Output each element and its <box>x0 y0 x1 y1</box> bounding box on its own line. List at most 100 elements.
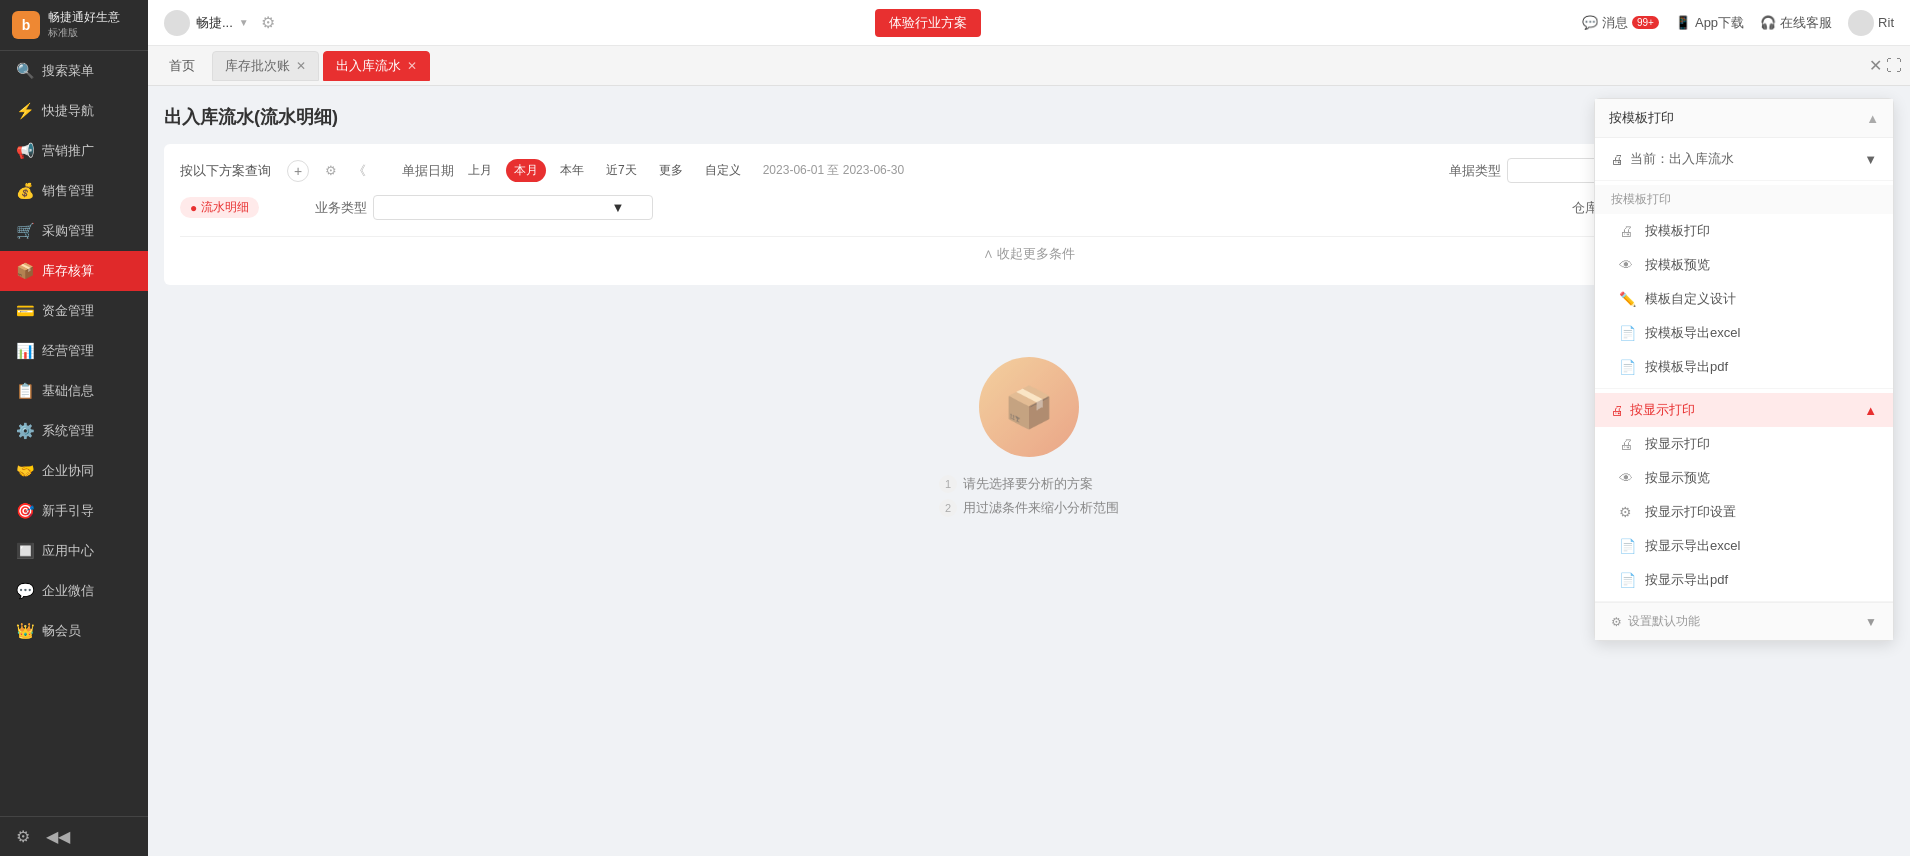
display-settings-icon: ⚙ <box>1619 504 1637 520</box>
sidebar-item-purchase[interactable]: 🛒 采购管理 <box>0 211 148 251</box>
template-section-title: 按模板打印 <box>1595 185 1893 214</box>
sidebar-item-finance[interactable]: 💳 资金管理 <box>0 291 148 331</box>
sidebar-item-sales[interactable]: 💰 销售管理 <box>0 171 148 211</box>
template-export-excel-item[interactable]: 📄 按模板导出excel <box>1595 316 1893 350</box>
sidebar-item-system[interactable]: ⚙️ 系统管理 <box>0 411 148 451</box>
topbar-settings-icon[interactable]: ⚙ <box>261 13 275 32</box>
date-option-this-year[interactable]: 本年 <box>552 159 592 182</box>
system-icon: ⚙️ <box>16 422 34 440</box>
topbar: 畅捷... ▼ ⚙ 体验行业方案 💬 消息 99+ 📱 App下载 🎧 在线客服… <box>148 0 1910 46</box>
filter-tag[interactable]: ● 流水明细 <box>180 197 259 218</box>
tabbar-right: ✕ ⛶ <box>1869 56 1902 75</box>
tab-expand-icon[interactable]: ⛶ <box>1886 57 1902 75</box>
sidebar: b 畅捷通好生意 标准版 🔍 搜索菜单 ⚡ 快捷导航 📢 营销推广 💰 销售管理… <box>0 0 148 856</box>
template-design-item[interactable]: ✏️ 模板自定义设计 <box>1595 282 1893 316</box>
empty-illustration: 📦 <box>979 357 1079 457</box>
current-chevron-down-icon: ▼ <box>1864 152 1877 167</box>
industry-button[interactable]: 体验行业方案 <box>875 9 981 37</box>
sidebar-item-marketing[interactable]: 📢 营销推广 <box>0 131 148 171</box>
quicknav-icon: ⚡ <box>16 102 34 120</box>
hint-2: 2 用过滤条件来缩小分析范围 <box>939 499 1119 517</box>
template-preview-item[interactable]: 👁 按模板预览 <box>1595 248 1893 282</box>
topbar-avatar[interactable]: Rit <box>1848 10 1894 36</box>
app-edition: 标准版 <box>48 26 120 40</box>
business-type-select[interactable]: ▼ <box>373 195 653 220</box>
display-section-header[interactable]: 🖨 按显示打印 ▲ <box>1595 393 1893 427</box>
display-preview-item[interactable]: 👁 按显示预览 <box>1595 461 1893 495</box>
page-title: 出入库流水(流水明细) <box>164 105 338 129</box>
date-filter: 单据日期 上月 本月 本年 近7天 更多 自定义 2023-06-01 至 20… <box>402 159 904 182</box>
sidebar-item-member[interactable]: 👑 畅会员 <box>0 611 148 651</box>
tab-home[interactable]: 首页 <box>156 51 208 81</box>
dropdown-chevron-up-icon[interactable]: ▲ <box>1866 111 1879 126</box>
display-print-settings-item[interactable]: ⚙ 按显示打印设置 <box>1595 495 1893 529</box>
topbar-user: 畅捷... ▼ <box>164 10 249 36</box>
tab-batch-close[interactable]: ✕ <box>296 59 306 73</box>
default-section[interactable]: ⚙ 设置默认功能 ▼ <box>1595 602 1893 640</box>
purchase-icon: 🛒 <box>16 222 34 240</box>
business-type-filter: 业务类型 ▼ <box>315 195 653 220</box>
sidebar-item-enterprise[interactable]: 🤝 企业协同 <box>0 451 148 491</box>
marketing-icon: 📢 <box>16 142 34 160</box>
date-option-last-month[interactable]: 上月 <box>460 159 500 182</box>
topbar-right: 💬 消息 99+ 📱 App下载 🎧 在线客服 Rit <box>1582 10 1894 36</box>
display-export-pdf-item[interactable]: 📄 按显示导出pdf <box>1595 563 1893 597</box>
messages-button[interactable]: 💬 消息 99+ <box>1582 14 1659 32</box>
collapse-sidebar-icon[interactable]: ◀◀ <box>46 827 70 846</box>
avatar <box>164 10 190 36</box>
tab-close-all-icon[interactable]: ✕ <box>1869 56 1882 75</box>
filter-settings-icon[interactable]: ⚙ <box>325 163 337 178</box>
filter-row-2: ● 流水明细 业务类型 ▼ 仓库 <box>180 195 1804 220</box>
date-option-this-month[interactable]: 本月 <box>506 159 546 182</box>
main-area: 畅捷... ▼ ⚙ 体验行业方案 💬 消息 99+ 📱 App下载 🎧 在线客服… <box>148 0 1910 856</box>
sidebar-item-search[interactable]: 🔍 搜索菜单 <box>0 51 148 91</box>
print-dropdown-panel: 按模板打印 ▲ 🖨 当前：出入库流水 ▼ 按模板打印 🖨 按模板打印 <box>1594 98 1894 641</box>
tag-icon: ● <box>190 201 197 215</box>
app-download-button[interactable]: 📱 App下载 <box>1675 14 1744 32</box>
sidebar-item-weixin[interactable]: 💬 企业微信 <box>0 571 148 611</box>
date-option-more[interactable]: 更多 <box>651 159 691 182</box>
sidebar-item-basic[interactable]: 📋 基础信息 <box>0 371 148 411</box>
sidebar-item-guide[interactable]: 🎯 新手引导 <box>0 491 148 531</box>
template-print-item[interactable]: 🖨 按模板打印 <box>1595 214 1893 248</box>
app-logo-icon: b <box>12 11 40 39</box>
add-filter-button[interactable]: + <box>287 160 309 182</box>
date-options: 上月 本月 本年 近7天 更多 自定义 2023-06-01 至 2023-06… <box>460 159 904 182</box>
business-select-dropdown-icon: ▼ <box>611 200 624 215</box>
tabbar: 首页 库存批次账 ✕ 出入库流水 ✕ ✕ ⛶ <box>148 46 1910 86</box>
sidebar-item-quicknav[interactable]: ⚡ 快捷导航 <box>0 91 148 131</box>
enterprise-icon: 🤝 <box>16 462 34 480</box>
sales-icon: 💰 <box>16 182 34 200</box>
date-label: 单据日期 <box>402 162 454 180</box>
display-print-item[interactable]: 🖨 按显示打印 <box>1595 427 1893 461</box>
display-export-excel-icon: 📄 <box>1619 538 1637 554</box>
template-export-excel-icon: 📄 <box>1619 325 1637 341</box>
user-dropdown-icon[interactable]: ▼ <box>239 17 249 28</box>
tab-batch[interactable]: 库存批次账 ✕ <box>212 51 319 81</box>
sidebar-item-operations[interactable]: 📊 经营管理 <box>0 331 148 371</box>
chevron-up-icon: ∧ <box>983 246 994 261</box>
display-export-excel-item[interactable]: 📄 按显示导出excel <box>1595 529 1893 563</box>
current-template-section: 🖨 当前：出入库流水 ▼ <box>1595 138 1893 181</box>
current-template-header[interactable]: 🖨 当前：出入库流水 ▼ <box>1595 142 1893 176</box>
settings-icon[interactable]: ⚙ <box>16 827 30 846</box>
sidebar-item-inventory[interactable]: 📦 库存核算 <box>0 251 148 291</box>
display-print-icon: 🖨 <box>1619 436 1637 452</box>
filter-label: 按以下方案查询 <box>180 162 271 180</box>
step-1-num: 1 <box>939 475 957 493</box>
sidebar-item-apps[interactable]: 🔲 应用中心 <box>0 531 148 571</box>
display-print-section-icon: 🖨 <box>1611 403 1624 418</box>
tab-flow-close[interactable]: ✕ <box>407 59 417 73</box>
sidebar-bottom: ⚙ ◀◀ <box>0 816 148 856</box>
date-option-custom[interactable]: 自定义 <box>697 159 749 182</box>
filter-collapse-icon[interactable]: 《 <box>353 162 366 180</box>
template-export-pdf-item[interactable]: 📄 按模板导出pdf <box>1595 350 1893 384</box>
tab-flow[interactable]: 出入库流水 ✕ <box>323 51 430 81</box>
member-icon: 👑 <box>16 622 34 640</box>
template-export-pdf-icon: 📄 <box>1619 359 1637 375</box>
sidebar-scroll: 🔍 搜索菜单 ⚡ 快捷导航 📢 营销推广 💰 销售管理 🛒 采购管理 📦 库存核… <box>0 51 148 816</box>
date-option-7days[interactable]: 近7天 <box>598 159 645 182</box>
template-icon: 🖨 <box>1611 152 1624 167</box>
username-label: 畅捷... <box>196 14 233 32</box>
online-service-button[interactable]: 🎧 在线客服 <box>1760 14 1832 32</box>
